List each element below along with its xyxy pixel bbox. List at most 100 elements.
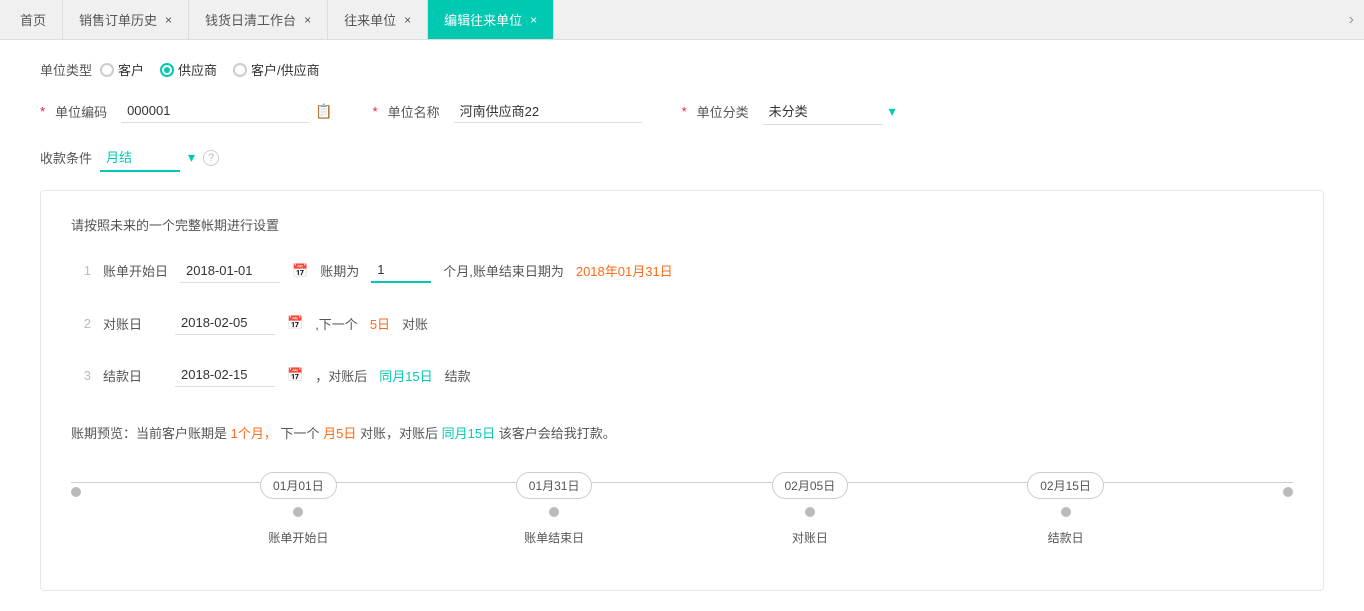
settle-desc-suffix: 结款 — [445, 366, 471, 385]
tab-cash-work-close[interactable]: × — [304, 13, 311, 27]
preview-end: 该客户会给我打款。 — [499, 426, 616, 441]
unit-name-required: * — [373, 104, 378, 119]
setting-row-1: 1 账单开始日 📅 账期为 个月,账单结束日期为 2018年01月31日 — [71, 258, 1293, 283]
tab-expand-button[interactable]: › — [1339, 11, 1364, 29]
reconcile-desc-highlight: 5日 — [370, 314, 390, 333]
setting-row-3: 3 结款日 📅 ，对账后 同月15日 结款 — [71, 363, 1293, 387]
timeline-node-1: 01月01日 账单开始日 — [260, 472, 337, 546]
radio-both[interactable]: 客户/供应商 — [233, 60, 320, 79]
unit-name-input[interactable] — [454, 99, 642, 123]
settle-date-input[interactable] — [175, 363, 275, 387]
radio-both-label: 客户/供应商 — [251, 60, 320, 79]
setting-row-2: 2 对账日 📅 ,下一个 5日 对账 — [71, 311, 1293, 335]
panel-title: 请按照未来的一个完整帐期进行设置 — [71, 215, 1293, 234]
payment-condition-group: 月结 ▾ ? — [100, 143, 219, 172]
tab-edit-partner[interactable]: 编辑往来单位 × — [428, 0, 554, 39]
tab-sales-history-close[interactable]: × — [165, 13, 172, 27]
period-value-input[interactable] — [371, 258, 431, 283]
radio-supplier[interactable]: 供应商 — [160, 60, 217, 79]
timeline-node-2-sublabel: 账单结束日 — [524, 529, 584, 546]
timeline-node-3: 02月05日 对账日 — [772, 472, 849, 546]
row-num-1: 1 — [71, 263, 91, 278]
payment-label: 收款条件 — [40, 148, 92, 167]
payment-help-icon[interactable]: ? — [203, 150, 219, 166]
radio-both-circle — [233, 63, 247, 77]
tab-home[interactable]: 首页 — [0, 0, 63, 39]
timeline-node-4: 02月15日 结款日 — [1027, 472, 1104, 546]
timeline-node-3-dot — [805, 507, 815, 517]
preview-after: 对账，对账后 — [360, 426, 438, 441]
payment-value[interactable]: 月结 — [100, 143, 180, 172]
timeline-items: 01月01日 账单开始日 01月31日 账单结束日 02月05日 对账日 — [71, 472, 1293, 546]
period-prefix: 账期为 — [320, 261, 359, 280]
settings-panel: 请按照未来的一个完整帐期进行设置 1 账单开始日 📅 账期为 个月,账单结束日期… — [40, 190, 1324, 591]
unit-code-label: 单位编码 — [55, 102, 107, 121]
unit-category-dropdown[interactable]: ▾ — [889, 103, 896, 120]
unit-type-row: 单位类型 客户 供应商 客户/供应商 — [40, 60, 1324, 79]
timeline-end-dot — [1283, 487, 1293, 497]
period-suffix: 个月,账单结束日期为 — [443, 261, 564, 280]
tab-cash-work[interactable]: 钱货日清工作台 × — [189, 0, 328, 39]
reconcile-desc-suffix: 对账 — [402, 314, 428, 333]
timeline-node-2: 01月31日 账单结束日 — [516, 472, 593, 546]
tab-sales-history[interactable]: 销售订单历史 × — [63, 0, 189, 39]
settle-desc-prefix: ，对账后 — [315, 366, 367, 385]
row-label-2: 对账日 — [103, 314, 163, 333]
tab-home-label: 首页 — [20, 10, 46, 29]
unit-category-group: * 单位分类 未分类 ▾ — [682, 97, 896, 125]
reconcile-desc-prefix: ,下一个 — [315, 314, 358, 333]
unit-name-group: * 单位名称 — [373, 99, 642, 123]
radio-customer[interactable]: 客户 — [100, 60, 144, 79]
timeline-node-2-dot — [549, 507, 559, 517]
preview-text: 账期预览：当前客户账期是 1个月， 下一个 月5日 对账，对账后 同月15日 该… — [71, 415, 1293, 442]
timeline-node-1-dot — [293, 507, 303, 517]
preview-prefix: 账期预览：当前客户账期是 — [71, 426, 227, 441]
timeline-node-4-dot — [1061, 507, 1071, 517]
reconcile-date-input[interactable] — [175, 311, 275, 335]
timeline-node-4-label: 02月15日 — [1027, 472, 1104, 499]
unit-name-label: 单位名称 — [388, 102, 440, 121]
unit-category-label: 单位分类 — [697, 102, 749, 121]
start-date-calendar-icon[interactable]: 📅 — [292, 263, 308, 279]
unit-code-input[interactable] — [121, 99, 309, 123]
timeline-container: 01月01日 账单开始日 01月31日 账单结束日 02月05日 对账日 — [71, 462, 1293, 566]
page-content: 单位类型 客户 供应商 客户/供应商 * 单位编码 📋 * 单位名称 — [0, 40, 1364, 611]
preview-month: 1个月， — [231, 426, 277, 441]
tab-sales-history-label: 销售订单历史 — [79, 10, 157, 29]
settle-date-calendar-icon[interactable]: 📅 — [287, 367, 303, 383]
tab-cash-work-label: 钱货日清工作台 — [205, 10, 296, 29]
tab-partner[interactable]: 往来单位 × — [328, 0, 428, 39]
row-num-2: 2 — [71, 316, 91, 331]
start-date-input[interactable] — [180, 259, 280, 283]
unit-type-label: 单位类型 — [40, 60, 92, 79]
tab-edit-partner-close[interactable]: × — [530, 13, 537, 27]
timeline-start-dot — [71, 487, 81, 497]
radio-customer-circle — [100, 63, 114, 77]
payment-row: 收款条件 月结 ▾ ? — [40, 143, 1324, 172]
preview-mid: 下一个 — [281, 426, 320, 441]
unit-code-group: * 单位编码 📋 — [40, 99, 333, 123]
tab-partner-label: 往来单位 — [344, 10, 396, 29]
reconcile-date-calendar-icon[interactable]: 📅 — [287, 315, 303, 331]
unit-info-row: * 单位编码 📋 * 单位名称 * 单位分类 未分类 ▾ — [40, 97, 1324, 125]
unit-category-select: 未分类 ▾ — [763, 97, 896, 125]
unit-category-value: 未分类 — [763, 97, 883, 125]
payment-dropdown[interactable]: ▾ — [188, 149, 195, 166]
radio-customer-label: 客户 — [118, 60, 144, 79]
row-num-3: 3 — [71, 368, 91, 383]
row-label-3: 结款日 — [103, 366, 163, 385]
timeline-node-3-sublabel: 对账日 — [792, 529, 828, 546]
unit-code-icon[interactable]: 📋 — [315, 103, 332, 120]
timeline-node-1-sublabel: 账单开始日 — [268, 529, 328, 546]
settle-desc-highlight: 同月15日 — [379, 366, 432, 385]
radio-supplier-circle — [160, 63, 174, 77]
unit-code-required: * — [40, 104, 45, 119]
tab-partner-close[interactable]: × — [404, 13, 411, 27]
timeline-node-2-label: 01月31日 — [516, 472, 593, 499]
timeline-node-1-label: 01月01日 — [260, 472, 337, 499]
tab-edit-partner-label: 编辑往来单位 — [444, 10, 522, 29]
tabs-bar: 首页 销售订单历史 × 钱货日清工作台 × 往来单位 × 编辑往来单位 × › — [0, 0, 1364, 40]
unit-type-radio-group: 客户 供应商 客户/供应商 — [100, 60, 320, 79]
unit-category-required: * — [682, 104, 687, 119]
preview-settle: 同月15日 — [442, 426, 495, 441]
